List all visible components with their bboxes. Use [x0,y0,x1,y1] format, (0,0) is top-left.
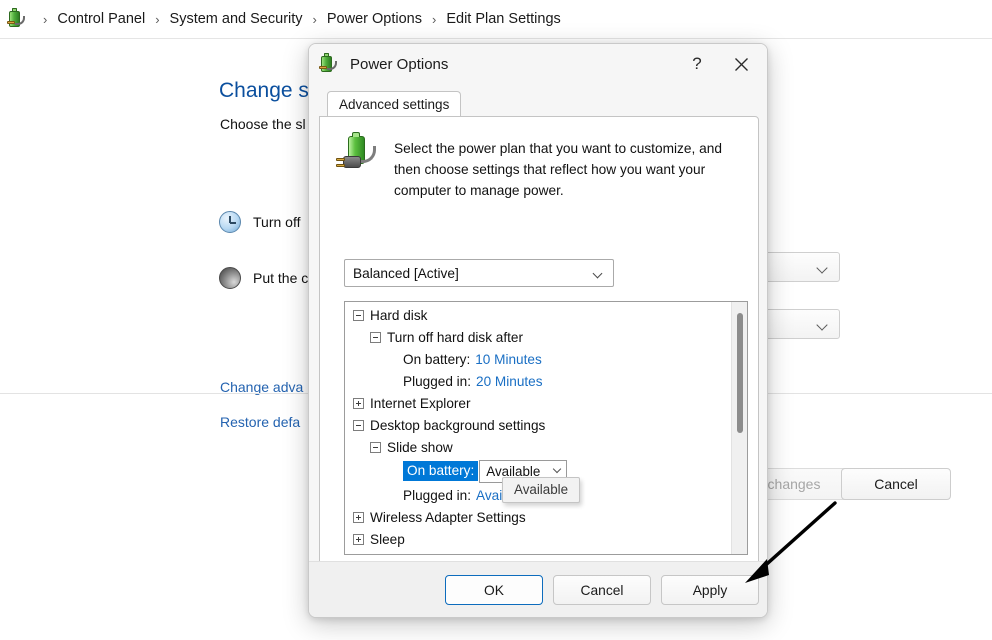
intro-block: Select the power plan that you want to c… [336,132,744,201]
expand-icon[interactable] [353,511,364,523]
tree-item-label: Slide show [387,439,453,455]
tree-scrollbar[interactable] [731,302,747,554]
expand-icon[interactable] [353,533,364,545]
advanced-settings-tree[interactable]: Hard disk Turn off hard disk after On ba… [344,301,748,555]
tree-item-hard-disk-plugged-in[interactable]: Plugged in: 20 Minutes [345,370,731,392]
tree-item-label: Plugged in: [403,487,472,503]
tab-strip: Advanced settings [319,91,759,117]
battery-plug-icon [6,8,28,30]
expand-icon[interactable] [353,397,364,409]
power-plug-battery-icon [336,132,382,178]
tab-advanced-settings[interactable]: Advanced settings [327,91,462,117]
breadcrumb-separator: › [155,11,160,27]
tree-item-value[interactable]: 20 Minutes [476,374,543,389]
dialog-footer: OK Cancel Apply [309,561,767,617]
chevron-down-icon [553,464,562,474]
page-subtitle: Choose the sl [220,116,306,132]
breadcrumb-item-edit-plan-settings[interactable]: Edit Plan Settings [445,9,561,29]
tree-item-slide-show[interactable]: Slide show [345,436,731,458]
collapse-icon[interactable] [370,331,381,343]
breadcrumb-item-control-panel[interactable]: Control Panel [56,9,146,29]
breadcrumb-separator: › [312,11,317,27]
setting-label: Put the c [253,270,309,286]
dialog-title-bar: Power Options ? [309,44,767,84]
tree-item-label: Turn off hard disk after [387,329,524,345]
ok-button[interactable]: OK [445,575,543,605]
tree-item-label-selected: On battery: [403,461,479,481]
tree-item-label: Hard disk [370,307,428,323]
moon-icon [219,267,241,289]
breadcrumb: › Control Panel › System and Security › … [0,0,992,39]
tree-item-internet-explorer[interactable]: Internet Explorer [345,392,731,414]
apply-button[interactable]: Apply [661,575,759,605]
power-options-dialog: Power Options ? Advanced settings Select… [308,43,768,618]
tree-item-usb-settings[interactable]: USB settings [345,550,731,555]
tree-item-sleep[interactable]: Sleep [345,528,731,550]
tree-item-label: On battery: [403,351,471,367]
intro-text: Select the power plan that you want to c… [394,141,722,199]
tree-item-label: Plugged in: [403,373,472,389]
page-title: Change se [219,79,321,102]
tree-item-label: Desktop background settings [370,417,546,433]
collapse-icon[interactable] [353,419,364,431]
tree-item-hard-disk-on-battery[interactable]: On battery: 10 Minutes [345,348,731,370]
tree-item-label: Sleep [370,531,405,547]
scrollbar-thumb[interactable] [737,313,743,433]
breadcrumb-separator: › [43,11,48,27]
tree-item-label: Wireless Adapter Settings [370,509,526,525]
dialog-title: Power Options [350,55,449,73]
page-cancel-button[interactable]: Cancel [841,468,951,500]
tree-item-value[interactable]: 10 Minutes [475,352,542,367]
power-plug-battery-icon [318,53,340,75]
tooltip-available: Available [502,477,581,503]
close-icon[interactable] [719,44,763,84]
tree-item-label: USB settings [370,554,449,555]
breadcrumb-separator: › [431,11,437,27]
tree-item-turn-off-hard-disk-after[interactable]: Turn off hard disk after [345,326,731,348]
setting-row-sleep: Put the c [219,267,308,289]
collapse-icon[interactable] [370,441,381,453]
chevron-down-icon [592,268,603,279]
tree-item-desktop-background-settings[interactable]: Desktop background settings [345,414,731,436]
tree-item-hard-disk[interactable]: Hard disk [345,304,731,326]
link-restore-default-settings[interactable]: Restore defa [220,414,300,430]
help-button[interactable]: ? [675,44,719,84]
collapse-icon[interactable] [353,309,364,321]
power-plan-value: Balanced [Active] [353,265,459,281]
tree-item-wireless-adapter-settings[interactable]: Wireless Adapter Settings [345,506,731,528]
breadcrumb-item-power-options[interactable]: Power Options [326,9,423,29]
breadcrumb-item-system-and-security[interactable]: System and Security [169,9,304,29]
tree-item-label: Internet Explorer [370,395,471,411]
clock-icon [219,211,241,233]
setting-row-turn-off-display: Turn off [219,211,300,233]
tree-items: Hard disk Turn off hard disk after On ba… [345,302,731,555]
cancel-button[interactable]: Cancel [553,575,651,605]
setting-label: Turn off [253,214,301,230]
power-plan-dropdown[interactable]: Balanced [Active] [344,259,614,287]
